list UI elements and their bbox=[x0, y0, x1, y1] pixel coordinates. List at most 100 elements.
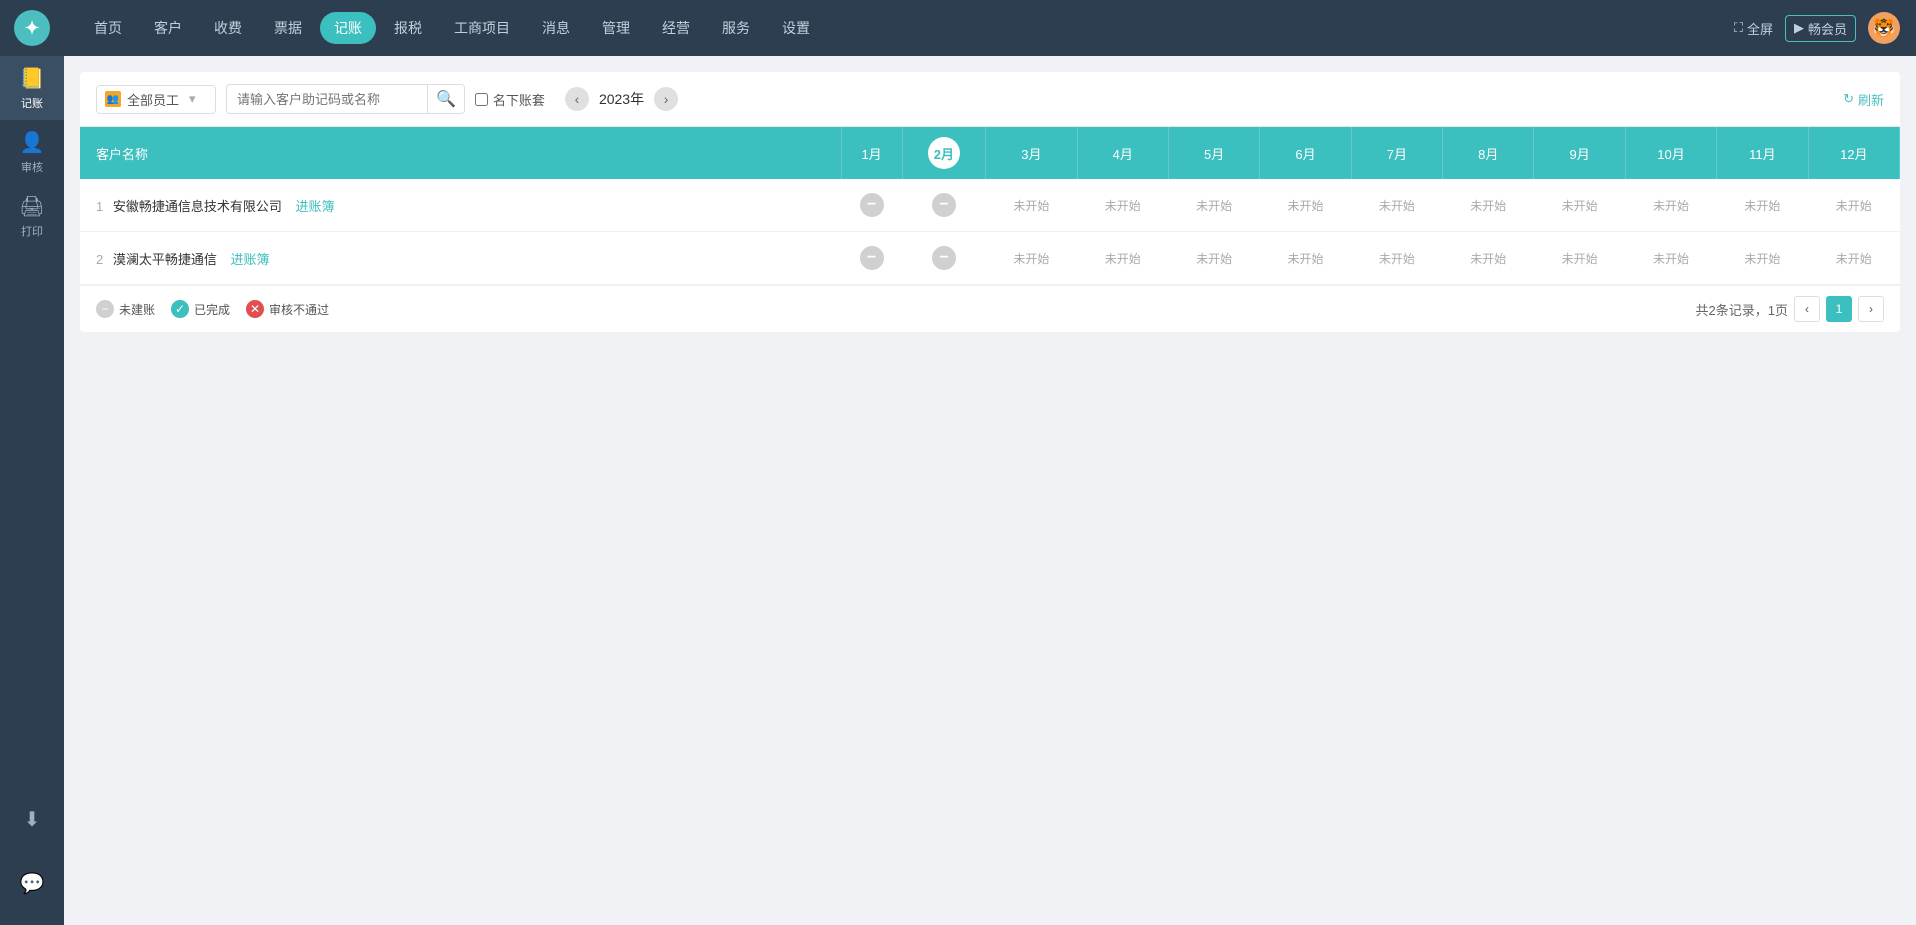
prev-year-button[interactable]: ‹ bbox=[565, 87, 589, 111]
th-m1: 1月 bbox=[841, 127, 902, 179]
th-m12: 12月 bbox=[1808, 127, 1899, 179]
sidebar: ✦ 📒 记账 👤 审核 🖨 打印 ⬇ 💬 bbox=[0, 0, 64, 925]
status-not-started: 未开始 bbox=[1653, 252, 1689, 266]
th-m7: 7月 bbox=[1351, 127, 1442, 179]
status-not-started: 未开始 bbox=[1013, 252, 1049, 266]
status-not-started: 未开始 bbox=[1105, 199, 1141, 213]
th-m11: 11月 bbox=[1717, 127, 1808, 179]
page-1-button[interactable]: 1 bbox=[1826, 296, 1852, 322]
year-nav: ‹ 2023年 › bbox=[565, 87, 678, 111]
sidebar-item-download[interactable]: ⬇ bbox=[0, 787, 64, 851]
checkbox-input[interactable] bbox=[475, 93, 488, 106]
legend-failed-icon: ✕ bbox=[246, 300, 264, 318]
user-avatar[interactable]: 🐯 bbox=[1868, 12, 1900, 44]
refresh-button[interactable]: ↻ 刷新 bbox=[1843, 90, 1884, 109]
sidebar-item-print[interactable]: 🖨 打印 bbox=[0, 184, 64, 248]
legend-not-built: − 未建账 bbox=[96, 300, 155, 318]
client-cell-0: 1 安徽畅捷通信息技术有限公司 进账簿 bbox=[80, 179, 841, 232]
legend-completed: ✓ 已完成 bbox=[171, 300, 230, 318]
cell-row1-month8: 未开始 bbox=[1443, 232, 1534, 285]
main-area: 首页 客户 收费 票据 记账 报税 工商项目 消息 管理 经营 服务 设置 ⛶ … bbox=[64, 0, 1916, 925]
th-m8: 8月 bbox=[1443, 127, 1534, 179]
nav-client[interactable]: 客户 bbox=[140, 12, 196, 44]
status-not-started: 未开始 bbox=[1836, 199, 1872, 213]
footer: − 未建账 ✓ 已完成 ✕ 审核不通过 共2条记录，1页 ‹ 1 › bbox=[80, 285, 1900, 332]
th-m3: 3月 bbox=[986, 127, 1077, 179]
sidebar-item-audit[interactable]: 👤 审核 bbox=[0, 120, 64, 184]
status-not-started: 未开始 bbox=[1288, 199, 1324, 213]
status-not-started: 未开始 bbox=[1744, 199, 1780, 213]
checkbox-my-accounts[interactable]: 名下账套 bbox=[475, 90, 545, 109]
sidebar-logo: ✦ bbox=[0, 0, 64, 56]
vip-icon: ▶ bbox=[1794, 20, 1804, 36]
legend-failed-label: 审核不通过 bbox=[269, 301, 329, 318]
status-not-built: − bbox=[932, 246, 956, 270]
content-area: 👥 全部员工 ▾ 🔍 名下账套 ‹ 2023年 › bbox=[64, 56, 1916, 925]
status-not-built: − bbox=[860, 193, 884, 217]
main-table: 客户名称 1月 2月 3月 4月 5月 6月 bbox=[80, 127, 1900, 285]
toolbar: 👥 全部员工 ▾ 🔍 名下账套 ‹ 2023年 › bbox=[80, 72, 1900, 127]
nav-tax[interactable]: 报税 bbox=[380, 12, 436, 44]
cell-row0-month6: 未开始 bbox=[1260, 179, 1351, 232]
client-name: 漠澜太平畅捷通信 bbox=[113, 252, 217, 267]
status-not-started: 未开始 bbox=[1379, 252, 1415, 266]
nav-billing[interactable]: 收费 bbox=[200, 12, 256, 44]
search-input[interactable] bbox=[227, 88, 427, 111]
th-m9: 9月 bbox=[1534, 127, 1625, 179]
enter-ledger-link[interactable]: 进账簿 bbox=[231, 252, 270, 267]
refresh-label: 刷新 bbox=[1858, 90, 1884, 109]
status-not-started: 未开始 bbox=[1470, 252, 1506, 266]
print-icon: 🖨 bbox=[19, 194, 44, 219]
employee-select-label: 全部员工 bbox=[127, 90, 179, 109]
cell-row1-month7: 未开始 bbox=[1351, 232, 1442, 285]
download-icon: ⬇ bbox=[24, 807, 41, 832]
next-year-button[interactable]: › bbox=[654, 87, 678, 111]
status-not-started: 未开始 bbox=[1196, 199, 1232, 213]
next-page-button[interactable]: › bbox=[1858, 296, 1884, 322]
status-not-started: 未开始 bbox=[1288, 252, 1324, 266]
sidebar-item-support[interactable]: 💬 bbox=[0, 851, 64, 915]
nav-home[interactable]: 首页 bbox=[80, 12, 136, 44]
cell-row0-month12: 未开始 bbox=[1808, 179, 1899, 232]
cell-row1-month3: 未开始 bbox=[986, 232, 1077, 285]
search-button[interactable]: 🔍 bbox=[427, 85, 464, 113]
th-m5: 5月 bbox=[1168, 127, 1259, 179]
row-index: 1 bbox=[96, 199, 103, 214]
cell-row1-month4: 未开始 bbox=[1077, 232, 1168, 285]
nav-bookkeeping[interactable]: 记账 bbox=[320, 12, 376, 44]
nav-invoice[interactable]: 票据 bbox=[260, 12, 316, 44]
pagination-info: 共2条记录，1页 bbox=[1696, 300, 1788, 319]
nav-manage[interactable]: 管理 bbox=[588, 12, 644, 44]
topnav: 首页 客户 收费 票据 记账 报税 工商项目 消息 管理 经营 服务 设置 ⛶ … bbox=[64, 0, 1916, 56]
cell-row0-month2: − bbox=[902, 179, 986, 232]
cell-row1-month10: 未开始 bbox=[1625, 232, 1716, 285]
th-m2: 2月 bbox=[902, 127, 986, 179]
client-name: 安徽畅捷通信息技术有限公司 bbox=[113, 199, 282, 214]
prev-page-button[interactable]: ‹ bbox=[1794, 296, 1820, 322]
cell-row0-month3: 未开始 bbox=[986, 179, 1077, 232]
nav-business[interactable]: 工商项目 bbox=[440, 12, 524, 44]
nav-message[interactable]: 消息 bbox=[528, 12, 584, 44]
table-scroll[interactable]: 客户名称 1月 2月 3月 4月 5月 6月 bbox=[80, 127, 1900, 285]
status-not-started: 未开始 bbox=[1562, 199, 1598, 213]
status-not-started: 未开始 bbox=[1196, 252, 1232, 266]
pagination: 共2条记录，1页 ‹ 1 › bbox=[1696, 296, 1884, 322]
nav-operation[interactable]: 经营 bbox=[648, 12, 704, 44]
cell-row0-month9: 未开始 bbox=[1534, 179, 1625, 232]
current-month-circle: 2月 bbox=[928, 137, 960, 169]
audit-icon: 👤 bbox=[20, 130, 45, 155]
employee-select[interactable]: 👥 全部员工 ▾ bbox=[96, 85, 216, 114]
sidebar-item-bookkeeping[interactable]: 📒 记账 bbox=[0, 56, 64, 120]
nav-settings[interactable]: 设置 bbox=[768, 12, 824, 44]
vip-button[interactable]: ▶ 畅会员 bbox=[1785, 15, 1856, 42]
th-m10: 10月 bbox=[1625, 127, 1716, 179]
fullscreen-button[interactable]: ⛶ 全屏 bbox=[1734, 19, 1773, 38]
table-row: 1 安徽畅捷通信息技术有限公司 进账簿 −−未开始未开始未开始未开始未开始未开始… bbox=[80, 179, 1900, 232]
legend-completed-icon: ✓ bbox=[171, 300, 189, 318]
nav-service[interactable]: 服务 bbox=[708, 12, 764, 44]
cell-row1-month2: − bbox=[902, 232, 986, 285]
cell-row0-month4: 未开始 bbox=[1077, 179, 1168, 232]
enter-ledger-link[interactable]: 进账簿 bbox=[296, 199, 335, 214]
dropdown-arrow-icon: ▾ bbox=[189, 91, 196, 107]
status-not-started: 未开始 bbox=[1653, 199, 1689, 213]
